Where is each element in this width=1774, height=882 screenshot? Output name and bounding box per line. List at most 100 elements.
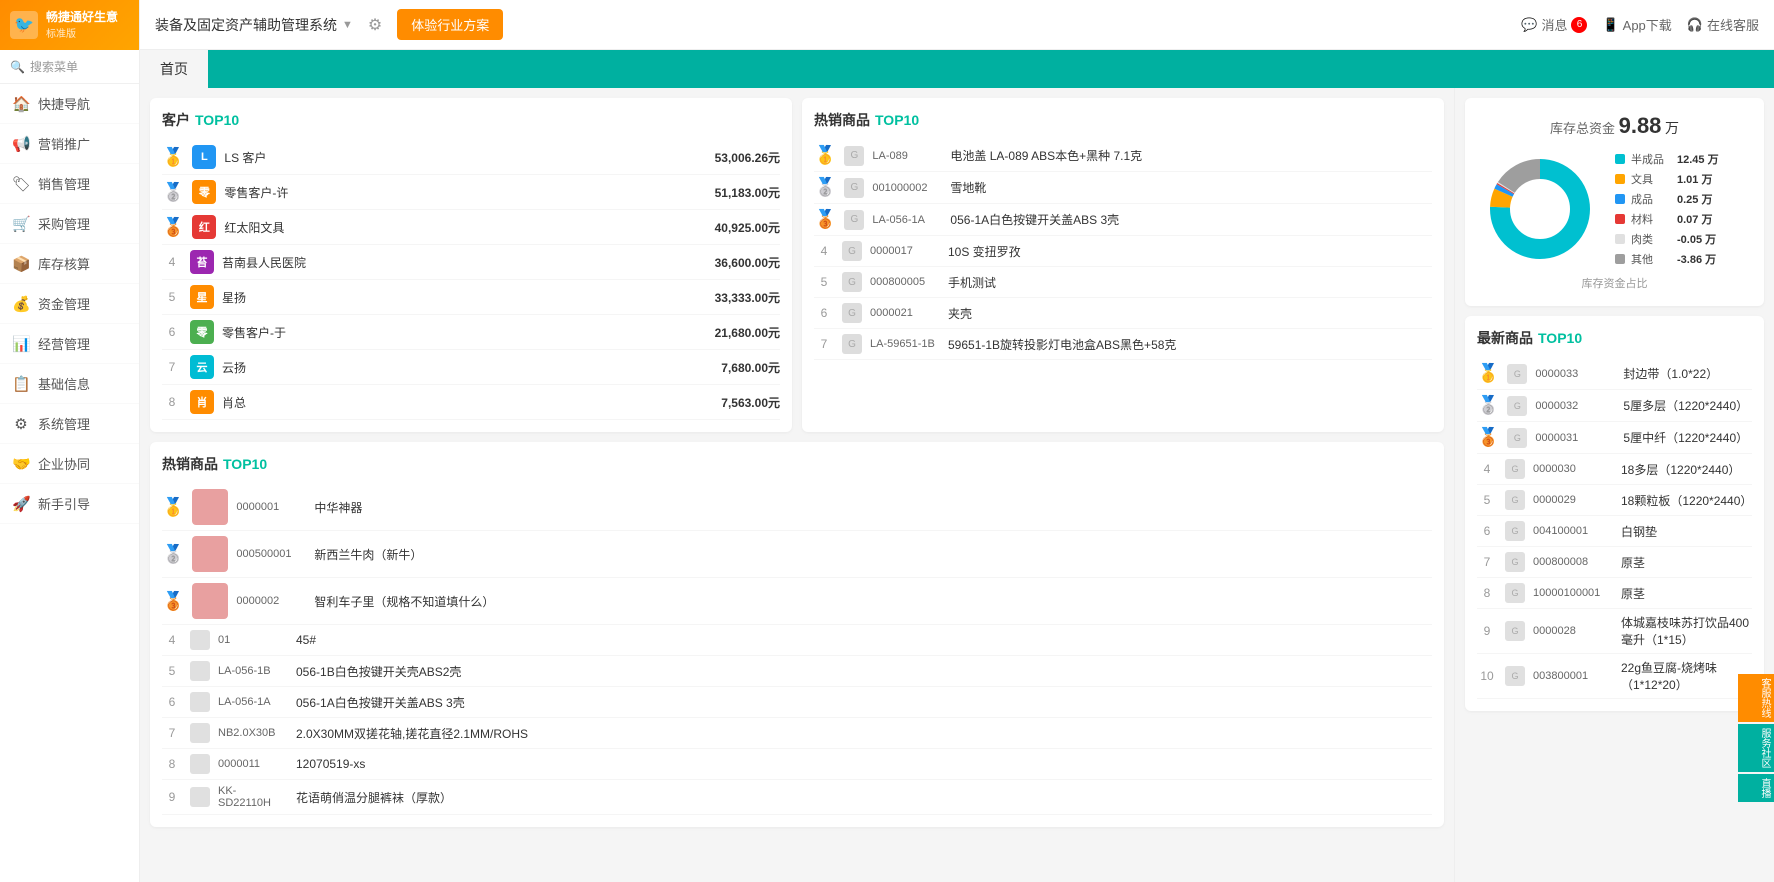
customer-rank-row: 7 云 云扬 7,680.00元 (162, 350, 780, 385)
rank-number: 7 (162, 357, 182, 377)
rank-number: 8 (162, 392, 182, 412)
gold-medal-icon: 🥇 (162, 147, 184, 168)
sidebar-item-企业协同[interactable]: 🤝企业协同 (0, 444, 139, 484)
newest-products-list: 🥇 G 0000033 封边带（1.0*22） 🥈 G 0000032 5厘多层… (1477, 358, 1752, 699)
tab-home[interactable]: 首页 (140, 50, 208, 88)
app-download-item[interactable]: 📱 App下载 (1602, 15, 1671, 34)
customer-amount: 40,925.00元 (715, 219, 780, 236)
customer-ranking-card: 客户TOP10 🥇 L LS 客户 53,006.26元 🥈 零 零售客户-许 … (150, 98, 792, 432)
customer-avatar: 肖 (190, 390, 214, 414)
product-img-small: G (844, 210, 864, 230)
product-img-small: G (1505, 552, 1525, 572)
rank-number: 10 (1477, 666, 1497, 686)
product-img-placeholder (190, 661, 210, 681)
nav-label: 企业协同 (38, 454, 90, 473)
product-code: 0000001 (236, 501, 306, 513)
hot-sales-row: 🥈 000500001 新西兰牛肉（新牛） (162, 531, 1432, 578)
hot-sales-row: 4 01 45# (162, 625, 1432, 656)
product-img-placeholder (190, 723, 210, 743)
hot-product-right-row: 7 G LA-59651-1B 59651-1B旋转投影灯电池盒ABS黑色+58… (814, 329, 1432, 360)
legend-dot (1615, 214, 1625, 224)
legend-label: 文具 (1631, 171, 1671, 187)
silver-medal-icon: 🥈 (162, 544, 184, 565)
sidebar-item-经营管理[interactable]: 📊经营管理 (0, 324, 139, 364)
sidebar-item-基础信息[interactable]: 📋基础信息 (0, 364, 139, 404)
bronze-medal-icon: 🥉 (162, 591, 184, 612)
legend-label: 成品 (1631, 191, 1671, 207)
message-badge: 6 (1571, 17, 1587, 33)
sidebar-item-新手引导[interactable]: 🚀新手引导 (0, 484, 139, 524)
legend-item: 成品 0.25 万 (1615, 191, 1719, 207)
customer-avatar: L (192, 145, 216, 169)
product-name: 18多层（1220*2440） (1621, 461, 1752, 478)
sidebar-item-采购管理[interactable]: 🛒采购管理 (0, 204, 139, 244)
system-name: 装备及固定资产辅助管理系统 ▼ (155, 15, 353, 35)
product-code: LA-056-1B (218, 665, 288, 677)
nav-label: 系统管理 (38, 414, 90, 433)
rank-number: 7 (814, 334, 834, 354)
nav-icon: 🚀 (12, 495, 30, 513)
newest-product-row: 6 G 004100001 白钢垫 (1477, 516, 1752, 547)
hot-sales-title: 热销商品 TOP10 (162, 454, 1432, 474)
product-name: 10S 变扭罗孜 (948, 243, 1432, 260)
trial-button[interactable]: 体验行业方案 (397, 9, 503, 40)
sidebar-item-销售管理[interactable]: 🏷销售管理 (0, 164, 139, 204)
product-code: 003800001 (1533, 670, 1613, 682)
sidebar-nav: 🏠快捷导航📢营销推广🏷销售管理🛒采购管理📦库存核算💰资金管理📊经营管理📋基础信息… (0, 84, 139, 882)
bronze-medal-icon: 🥉 (162, 217, 184, 238)
sidebar-item-资金管理[interactable]: 💰资金管理 (0, 284, 139, 324)
product-code: 0000031 (1535, 432, 1615, 444)
sidebar-search[interactable]: 🔍 搜索菜单 (0, 50, 139, 84)
rank-number: 5 (1477, 490, 1497, 510)
rank-number: 8 (1477, 583, 1497, 603)
product-code: 0000028 (1533, 625, 1613, 637)
product-img-small: G (1507, 364, 1527, 384)
rank-number: 4 (162, 252, 182, 272)
sidebar: 🐦 畅捷通好生意 标准版 🔍 搜索菜单 🏠快捷导航📢营销推广🏷销售管理🛒采购管理… (0, 0, 140, 882)
newest-product-row: 9 G 0000028 体城嘉枝味苏打饮品400毫升（1*15） (1477, 609, 1752, 654)
legend-label: 材料 (1631, 211, 1671, 227)
rank-number: 5 (162, 661, 182, 681)
legend-item: 其他 -3.86 万 (1615, 251, 1719, 267)
rank-number: 8 (162, 754, 182, 774)
newest-product-row: 7 G 000800008 原茎 (1477, 547, 1752, 578)
chevron-down-icon[interactable]: ▼ (342, 19, 353, 31)
product-img-small: G (842, 334, 862, 354)
gear-icon[interactable]: ⚙ (368, 15, 382, 35)
hot-sales-row: 8 0000011 12070519-xs (162, 749, 1432, 780)
rank-number: 6 (814, 303, 834, 323)
customer-avatar: 苔 (190, 250, 214, 274)
gold-medal-icon: 🥇 (162, 497, 184, 518)
hot-sales-row: 🥇 0000001 中华神器 (162, 484, 1432, 531)
product-name: 2.0X30MM双搓花轴,搓花直径2.1MM/ROHS (296, 725, 1432, 742)
sidebar-item-营销推广[interactable]: 📢营销推广 (0, 124, 139, 164)
float-cs-btn-0[interactable]: 客服热线 (1738, 674, 1774, 722)
main-wrapper: 装备及固定资产辅助管理系统 ▼ ⚙ 体验行业方案 💬 消息 6 📱 App下载 … (140, 0, 1774, 882)
float-cs-btn-1[interactable]: 服务社区 (1738, 724, 1774, 772)
center-panels: 客户TOP10 🥇 L LS 客户 53,006.26元 🥈 零 零售客户-许 … (140, 88, 1454, 882)
page-tabs: 首页 (140, 50, 1774, 88)
product-code: 0000017 (870, 245, 940, 257)
sidebar-item-库存核算[interactable]: 📦库存核算 (0, 244, 139, 284)
product-name: 手机测试 (948, 274, 1432, 291)
online-service-item[interactable]: 🎧 在线客服 (1687, 15, 1759, 34)
legend-label: 半成品 (1631, 151, 1671, 167)
legend-dot (1615, 234, 1625, 244)
newest-product-row: 10 G 003800001 22g鱼豆腐-烧烤味（1*12*20） (1477, 654, 1752, 699)
nav-label: 销售管理 (38, 174, 90, 193)
product-code: LA-59651-1B (870, 338, 940, 350)
product-name: 22g鱼豆腐-烧烤味（1*12*20） (1621, 659, 1752, 693)
rank-number: 5 (814, 272, 834, 292)
sidebar-item-系统管理[interactable]: ⚙系统管理 (0, 404, 139, 444)
newest-products-title: 最新商品 TOP10 (1477, 328, 1752, 348)
hot-products-right-card: 热销商品TOP10 🥇 G LA-089 电池盖 LA-089 ABS本色+黑种… (802, 98, 1444, 432)
product-name: 056-1A白色按键开关盖ABS 3壳 (296, 694, 1432, 711)
message-item[interactable]: 💬 消息 6 (1521, 15, 1587, 34)
legend-dot (1615, 174, 1625, 184)
rank-number: 9 (162, 787, 182, 807)
float-cs-btn-2[interactable]: 直播 (1738, 774, 1774, 802)
system-name-text: 装备及固定资产辅助管理系统 (155, 15, 337, 35)
product-img-small: G (842, 241, 862, 261)
sidebar-item-快捷导航[interactable]: 🏠快捷导航 (0, 84, 139, 124)
inventory-label: 库存总资金 (1550, 121, 1615, 136)
